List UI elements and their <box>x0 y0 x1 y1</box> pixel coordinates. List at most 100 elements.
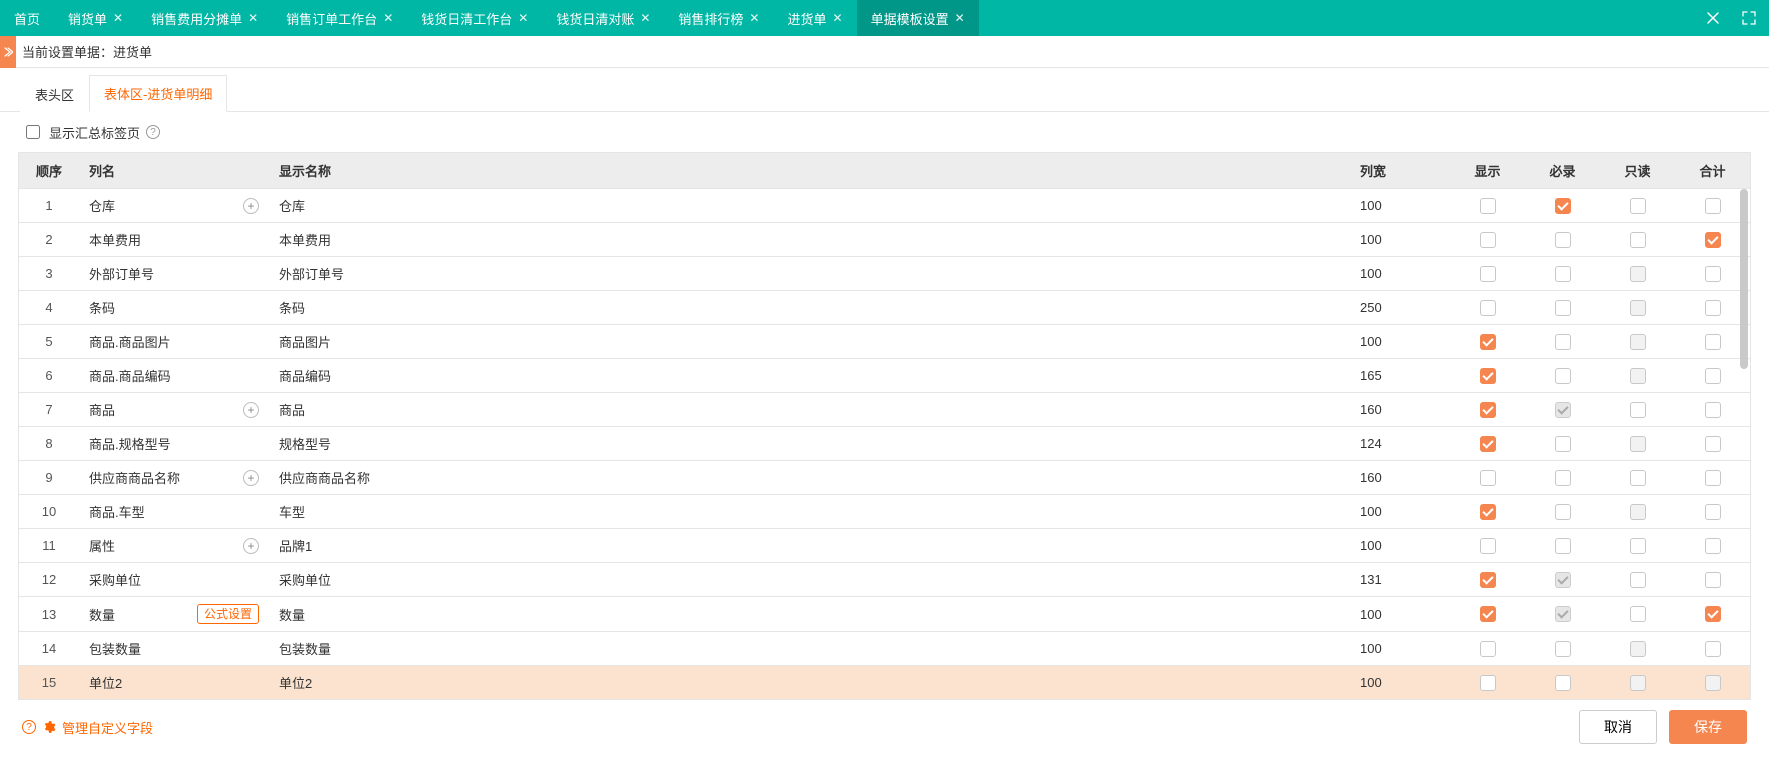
table-row[interactable]: 4条码条码250 <box>19 291 1750 325</box>
cell-display-name[interactable]: 仓库 <box>269 189 1350 223</box>
checkbox[interactable] <box>1705 504 1721 520</box>
checkbox[interactable] <box>1705 198 1721 214</box>
top-tab[interactable]: 销售订单工作台✕ <box>272 0 407 36</box>
table-row[interactable]: 7商品+商品160 <box>19 393 1750 427</box>
save-button[interactable]: 保存 <box>1669 710 1747 744</box>
table-row[interactable]: 9供应商商品名称+供应商商品名称160 <box>19 461 1750 495</box>
cell-display-name[interactable]: 条码 <box>269 291 1350 325</box>
cell-display-name[interactable]: 采购单位 <box>269 563 1350 597</box>
checkbox[interactable] <box>1480 198 1496 214</box>
checkbox[interactable] <box>1555 232 1571 248</box>
cell-display-name[interactable]: 本单费用 <box>269 223 1350 257</box>
cell-width[interactable]: 100 <box>1350 632 1450 666</box>
scrollbar[interactable] <box>1740 189 1748 696</box>
checkbox[interactable] <box>1480 572 1496 588</box>
table-row[interactable]: 2本单费用本单费用100 <box>19 223 1750 257</box>
checkbox[interactable] <box>1480 470 1496 486</box>
cell-width[interactable]: 100 <box>1350 529 1450 563</box>
cell-width[interactable]: 100 <box>1350 597 1450 632</box>
checkbox[interactable] <box>1705 606 1721 622</box>
plus-icon[interactable]: + <box>243 470 259 486</box>
top-tab[interactable]: 首页 <box>0 0 54 36</box>
sub-tab[interactable]: 表头区 <box>20 76 89 112</box>
sub-tab[interactable]: 表体区-进货单明细 <box>89 75 227 112</box>
cell-display-name[interactable]: 供应商商品名称 <box>269 461 1350 495</box>
cell-width[interactable]: 100 <box>1350 189 1450 223</box>
table-row[interactable]: 3外部订单号外部订单号100 <box>19 257 1750 291</box>
close-icon[interactable]: ✕ <box>113 11 123 25</box>
close-icon[interactable]: ✕ <box>955 11 965 25</box>
show-summary-tab-checkbox[interactable] <box>26 125 40 139</box>
checkbox[interactable] <box>1705 572 1721 588</box>
checkbox[interactable] <box>1705 300 1721 316</box>
checkbox[interactable] <box>1705 436 1721 452</box>
plus-icon[interactable]: + <box>243 538 259 554</box>
checkbox[interactable] <box>1705 334 1721 350</box>
checkbox[interactable] <box>1480 402 1496 418</box>
checkbox[interactable] <box>1480 504 1496 520</box>
checkbox[interactable] <box>1555 504 1571 520</box>
checkbox[interactable] <box>1705 641 1721 657</box>
top-tab[interactable]: 销售费用分摊单✕ <box>137 0 272 36</box>
expand-handle-icon[interactable] <box>0 36 16 68</box>
table-row[interactable]: 5商品.商品图片商品图片100 <box>19 325 1750 359</box>
checkbox[interactable] <box>1555 368 1571 384</box>
close-all-icon[interactable] <box>1701 6 1725 30</box>
table-row[interactable]: 8商品.规格型号规格型号124 <box>19 427 1750 461</box>
table-row[interactable]: 12采购单位采购单位131 <box>19 563 1750 597</box>
checkbox[interactable] <box>1555 334 1571 350</box>
checkbox[interactable] <box>1555 300 1571 316</box>
cell-display-name[interactable]: 商品图片 <box>269 325 1350 359</box>
cell-width[interactable]: 250 <box>1350 291 1450 325</box>
checkbox[interactable] <box>1705 470 1721 486</box>
cell-display-name[interactable]: 单位2 <box>269 666 1350 700</box>
cell-width[interactable]: 100 <box>1350 325 1450 359</box>
checkbox[interactable] <box>1480 436 1496 452</box>
checkbox[interactable] <box>1480 232 1496 248</box>
checkbox[interactable] <box>1555 641 1571 657</box>
table-row[interactable]: 10商品.车型车型100 <box>19 495 1750 529</box>
checkbox[interactable] <box>1480 266 1496 282</box>
cell-display-name[interactable]: 包装数量 <box>269 632 1350 666</box>
cell-width[interactable]: 160 <box>1350 461 1450 495</box>
cell-display-name[interactable]: 车型 <box>269 495 1350 529</box>
table-row[interactable]: 6商品.商品编码商品编码165 <box>19 359 1750 393</box>
checkbox[interactable] <box>1705 266 1721 282</box>
manage-custom-fields-link[interactable]: 管理自定义字段 <box>62 718 153 737</box>
close-icon[interactable]: ✕ <box>248 11 258 25</box>
checkbox[interactable] <box>1480 334 1496 350</box>
table-row[interactable]: 11属性+品牌1100 <box>19 529 1750 563</box>
checkbox[interactable] <box>1555 198 1571 214</box>
close-icon[interactable]: ✕ <box>383 11 393 25</box>
checkbox[interactable] <box>1480 300 1496 316</box>
cell-width[interactable]: 100 <box>1350 257 1450 291</box>
checkbox[interactable] <box>1630 538 1646 554</box>
cell-width[interactable]: 160 <box>1350 393 1450 427</box>
plus-icon[interactable]: + <box>243 402 259 418</box>
checkbox[interactable] <box>1630 232 1646 248</box>
checkbox[interactable] <box>1630 470 1646 486</box>
checkbox[interactable] <box>1630 402 1646 418</box>
checkbox[interactable] <box>1630 606 1646 622</box>
close-icon[interactable]: ✕ <box>518 11 528 25</box>
checkbox[interactable] <box>1555 266 1571 282</box>
checkbox[interactable] <box>1630 198 1646 214</box>
checkbox[interactable] <box>1480 538 1496 554</box>
close-icon[interactable]: ✕ <box>640 11 650 25</box>
checkbox[interactable] <box>1555 470 1571 486</box>
close-icon[interactable]: ✕ <box>833 11 843 25</box>
table-row[interactable]: 13数量公式设置数量100 <box>19 597 1750 632</box>
cell-display-name[interactable]: 商品编码 <box>269 359 1350 393</box>
cell-width[interactable]: 131 <box>1350 563 1450 597</box>
cell-display-name[interactable]: 外部订单号 <box>269 257 1350 291</box>
fullscreen-icon[interactable] <box>1737 6 1761 30</box>
checkbox[interactable] <box>1480 641 1496 657</box>
cancel-button[interactable]: 取消 <box>1579 710 1657 744</box>
top-tab[interactable]: 钱货日清对账✕ <box>542 0 664 36</box>
checkbox[interactable] <box>1630 572 1646 588</box>
table-row[interactable]: 15单位2单位2100 <box>19 666 1750 700</box>
checkbox[interactable] <box>1555 538 1571 554</box>
checkbox[interactable] <box>1705 538 1721 554</box>
cell-width[interactable]: 124 <box>1350 427 1450 461</box>
top-tab[interactable]: 进货单✕ <box>773 0 856 36</box>
